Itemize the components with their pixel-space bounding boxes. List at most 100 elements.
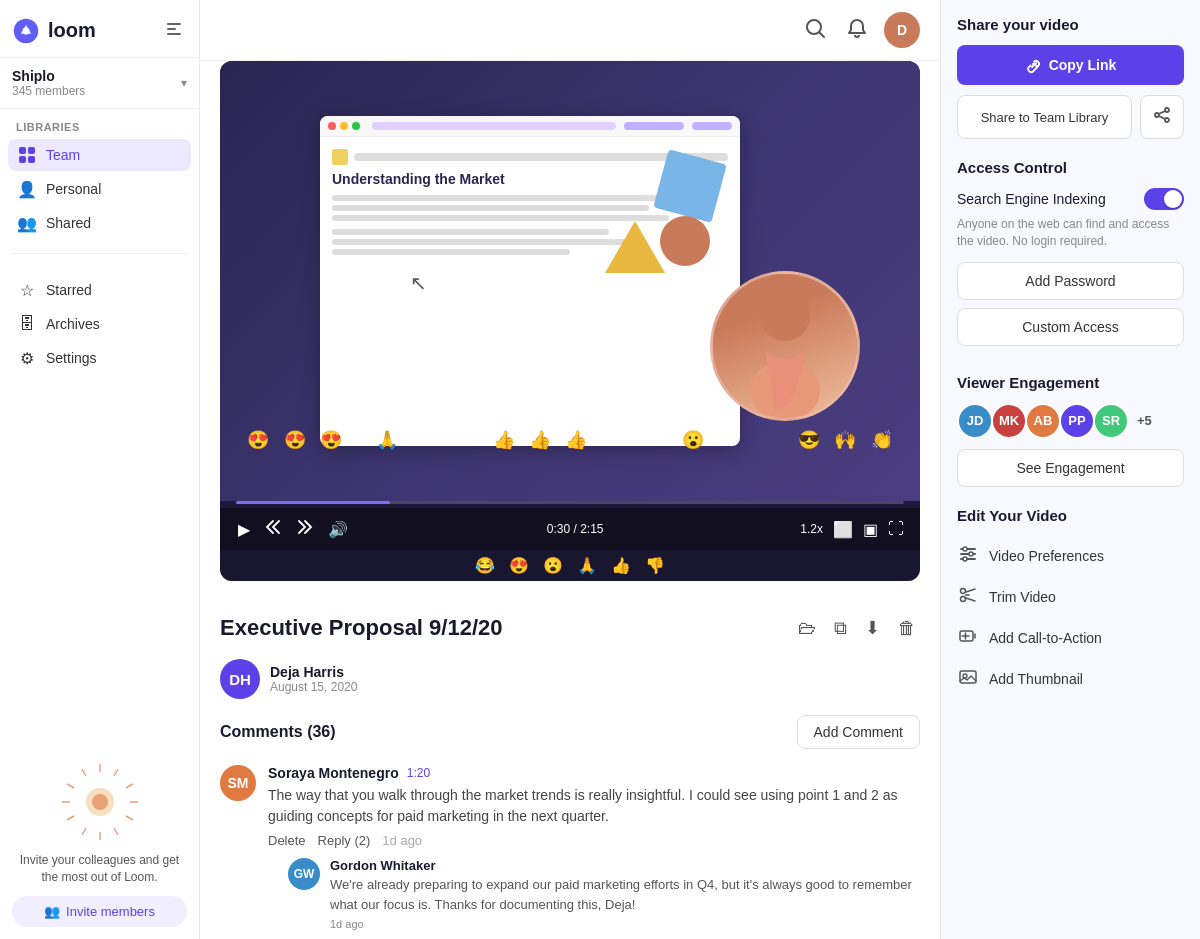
team-label: Team	[46, 147, 80, 163]
creator-avatar: DH	[220, 659, 260, 699]
workspace-selector[interactable]: Shiplo 345 members ▾	[0, 58, 199, 109]
time-ago: 1d ago	[382, 833, 422, 848]
video-info: Executive Proposal 9/12/20 🗁 ⧉ ⬇ 🗑	[200, 601, 940, 659]
cta-icon	[957, 626, 979, 651]
sidebar-item-team[interactable]: Team	[8, 139, 191, 171]
add-thumbnail-label: Add Thumbnail	[989, 671, 1083, 687]
reply-item: GW Gordon Whitaker We're already prepari…	[288, 858, 920, 930]
svg-line-30	[1159, 111, 1165, 114]
workspace-name: Shiplo	[12, 68, 85, 84]
share-team-library-button[interactable]: Share to Team Library	[957, 95, 1132, 139]
search-button[interactable]	[800, 13, 830, 48]
add-password-button[interactable]: Add Password	[957, 262, 1184, 300]
fullscreen-button[interactable]: ⛶	[888, 520, 904, 538]
access-description: Anyone on the web can find and access th…	[957, 216, 1184, 250]
share-team-row: Share to Team Library	[957, 95, 1184, 139]
user-avatar[interactable]: D	[884, 12, 920, 48]
svg-line-17	[67, 816, 74, 820]
sidebar-item-personal[interactable]: 👤 Personal	[8, 173, 191, 205]
svg-point-29	[1165, 118, 1169, 122]
video-preview: Understanding the Market ↖	[220, 61, 920, 501]
sidebar-item-archives[interactable]: 🗄 Archives	[8, 308, 191, 340]
svg-line-14	[114, 828, 118, 835]
viewer-avatars: JD MK AB PP SR +5	[957, 403, 1184, 439]
trim-video-item[interactable]: Trim Video	[957, 577, 1184, 618]
play-button[interactable]: ▶	[236, 518, 252, 541]
folder-button[interactable]: 🗁	[794, 613, 820, 643]
custom-access-button[interactable]: Custom Access	[957, 308, 1184, 346]
app-name: loom	[48, 19, 96, 42]
viewer-engagement-title: Viewer Engagement	[957, 374, 1184, 391]
sunburst-decoration	[60, 762, 140, 842]
add-thumbnail-item[interactable]: Add Thumbnail	[957, 659, 1184, 700]
archive-icon: 🗄	[18, 315, 36, 333]
libraries-label: Libraries	[8, 121, 191, 139]
svg-point-37	[963, 557, 967, 561]
add-cta-label: Add Call-to-Action	[989, 630, 1102, 646]
viewer-avatar-5: SR	[1093, 403, 1129, 439]
invite-members-button[interactable]: 👥 Invite members	[12, 896, 187, 927]
sidebar-item-shared[interactable]: 👥 Shared	[8, 207, 191, 239]
add-cta-item[interactable]: Add Call-to-Action	[957, 618, 1184, 659]
volume-button[interactable]: 🔊	[326, 518, 350, 541]
emoji-thumbsdown: 👎	[645, 556, 665, 575]
add-comment-button[interactable]: Add Comment	[797, 715, 920, 749]
edit-video-title: Edit Your Video	[957, 507, 1184, 524]
rewind-button[interactable]	[262, 516, 284, 542]
share-more-button[interactable]	[1140, 95, 1184, 139]
speed-button[interactable]: 1.2x	[800, 522, 823, 536]
delete-comment-button[interactable]: Delete	[268, 833, 306, 848]
team-icon	[18, 146, 36, 164]
notifications-button[interactable]	[842, 13, 872, 48]
copy-button[interactable]: ⧉	[830, 613, 851, 643]
libraries-section: Libraries Team 👤 Personal 👥 Shared	[0, 109, 199, 245]
reply-button[interactable]: Reply (2)	[318, 833, 371, 848]
svg-line-41	[965, 597, 975, 600]
thumbnail-icon	[957, 667, 979, 692]
reply-text: We're already preparing to expand our pa…	[330, 875, 920, 914]
svg-line-19	[67, 784, 74, 788]
video-preferences-item[interactable]: Video Preferences	[957, 536, 1184, 577]
loom-logo: loom	[12, 17, 96, 45]
emoji-pray: 🙏	[577, 556, 597, 575]
svg-point-35	[963, 547, 967, 551]
sidebar-bottom: Invite your colleagues and get the most …	[0, 750, 199, 939]
normal-view-button[interactable]: ⬜	[833, 520, 853, 539]
fast-forward-button[interactable]	[294, 516, 316, 542]
person-icon: 👤	[18, 180, 36, 198]
see-engagement-button[interactable]: See Engagement	[957, 449, 1184, 487]
viewer-engagement-section: Viewer Engagement JD MK AB PP SR +5 See …	[957, 374, 1184, 487]
trim-video-label: Trim Video	[989, 589, 1056, 605]
copy-link-button[interactable]: Copy Link	[957, 45, 1184, 85]
settings-label: Settings	[46, 350, 97, 366]
svg-rect-4	[167, 33, 181, 35]
small-view-button[interactable]: ▣	[863, 520, 878, 539]
comment-body: Soraya Montenegro 1:20 The way that you …	[268, 765, 920, 930]
workspace-members: 345 members	[12, 84, 85, 98]
svg-point-1	[23, 27, 30, 34]
sidebar-toggle-button[interactable]	[161, 16, 187, 45]
svg-line-20	[82, 769, 86, 776]
viewer-avatar-2: MK	[991, 403, 1027, 439]
svg-point-27	[1165, 108, 1169, 112]
delete-button[interactable]: 🗑	[894, 613, 920, 643]
search-indexing-row: Search Engine Indexing	[957, 188, 1184, 210]
video-preferences-label: Video Preferences	[989, 548, 1104, 564]
search-indexing-toggle[interactable]	[1144, 188, 1184, 210]
time-display: 0:30 / 2:15	[547, 522, 604, 536]
viewer-extra-count: +5	[1137, 413, 1152, 428]
svg-line-31	[1159, 116, 1165, 119]
sidebar-item-settings[interactable]: ⚙ Settings	[8, 342, 191, 374]
comment-author: Soraya Montenegro	[268, 765, 399, 781]
shared-icon: 👥	[18, 214, 36, 232]
chevron-down-icon: ▾	[181, 76, 187, 90]
sidebar-item-starred[interactable]: ☆ Starred	[8, 274, 191, 306]
access-control-title: Access Control	[957, 159, 1184, 176]
edit-video-section: Edit Your Video Video Preferences Trim V…	[957, 507, 1184, 700]
download-button[interactable]: ⬇	[861, 613, 884, 643]
emoji-laugh: 😂	[475, 556, 495, 575]
video-slide: Understanding the Market ↖	[320, 116, 740, 446]
loom-logo-icon	[12, 17, 40, 45]
sidebar: loom Shiplo 345 members ▾ Libraries Team…	[0, 0, 200, 939]
video-title: Executive Proposal 9/12/20	[220, 615, 503, 641]
